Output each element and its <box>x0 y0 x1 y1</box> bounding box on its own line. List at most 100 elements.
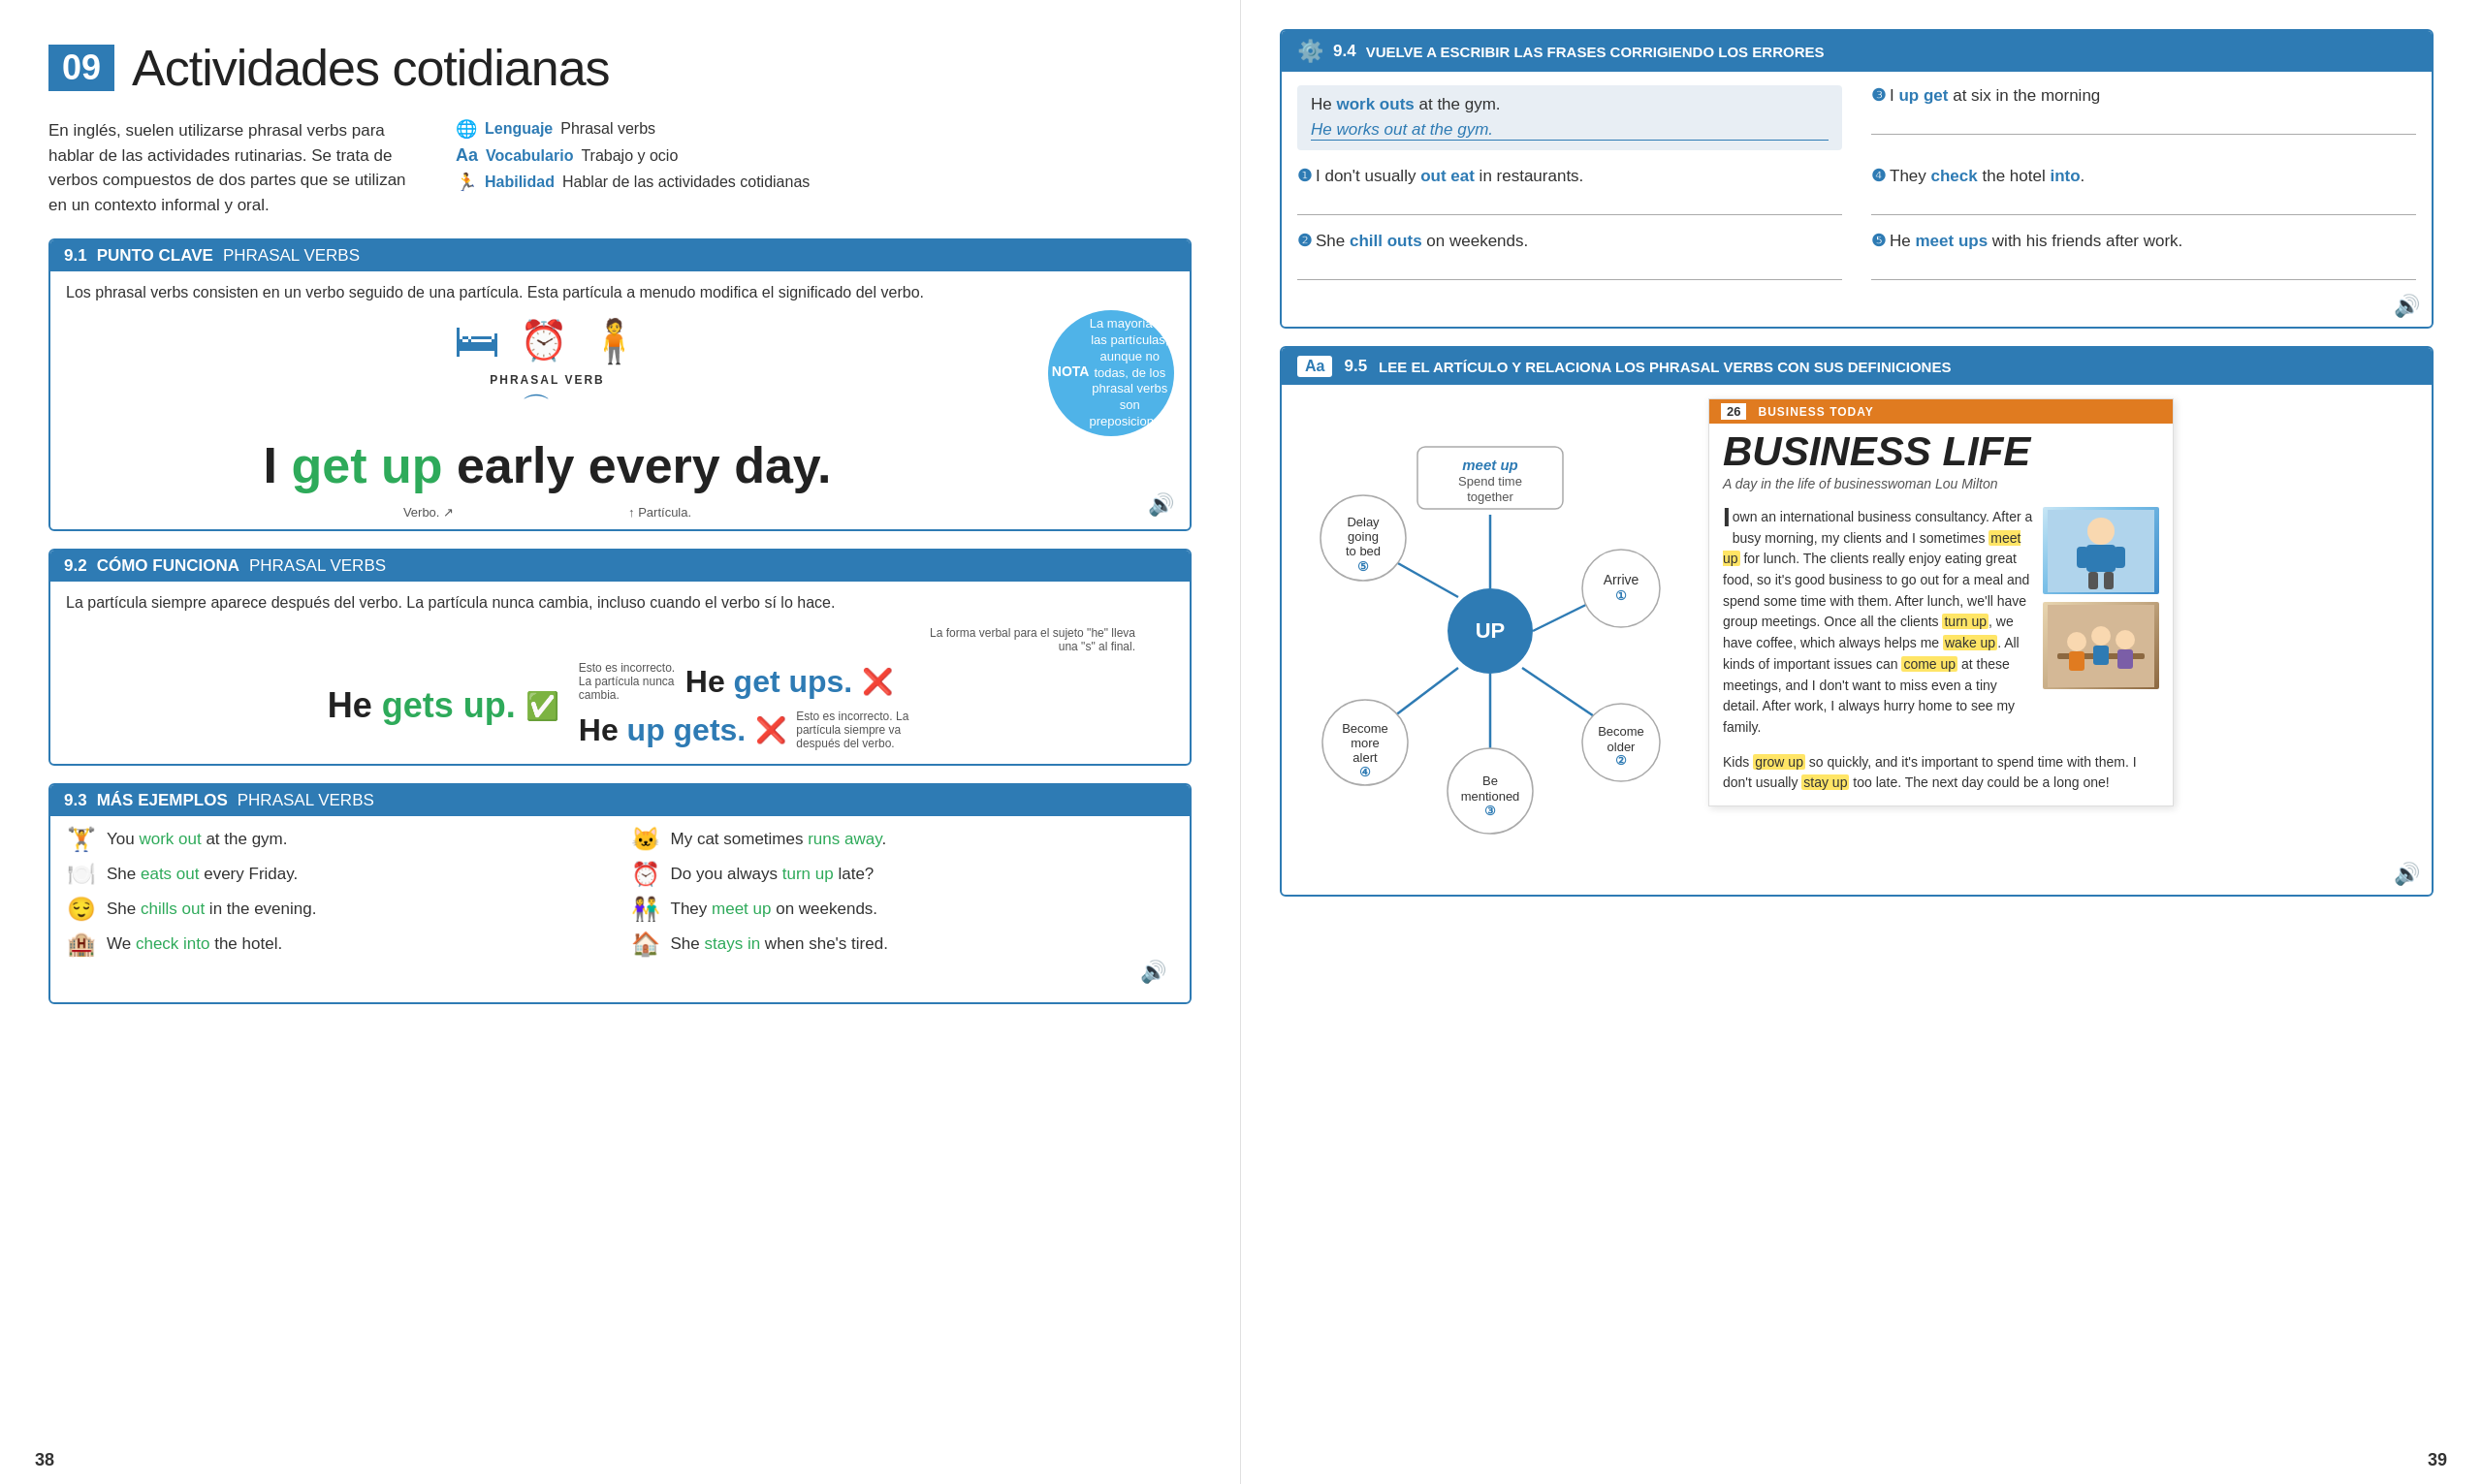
example-correct: He works out at the gym. <box>1311 120 1829 141</box>
section-92-box: 9.2 CÓMO FUNCIONA PHRASAL VERBS La partí… <box>48 549 1192 766</box>
section-94-header: ⚙️ 9.4 VUELVE A ESCRIBIR LAS FRASES CORR… <box>1282 31 2432 72</box>
dining-icon: 🍽️ <box>66 861 97 888</box>
section-95-title: LEE EL ARTÍCULO Y RELACIONA LOS PHRASAL … <box>1379 359 1951 375</box>
wrong1-sentence: He get ups. <box>685 664 852 700</box>
mindmap-area: UP Arrive ① Become older ② Be <box>1291 398 1699 848</box>
section-94-box: ⚙️ 9.4 VUELVE A ESCRIBIR LAS FRASES CORR… <box>1280 29 2434 329</box>
exercise-4-text: ❹They check the hotel into. <box>1871 166 2416 186</box>
section-92-desc1: La partícula siempre aparece después del… <box>66 591 1174 615</box>
exercise-2-line <box>1297 257 1842 280</box>
correct-example: He gets up. ✅ <box>328 685 559 726</box>
svg-text:Arrive: Arrive <box>1604 572 1639 587</box>
list-item: 🏋️ You work out at the gym. <box>66 826 611 853</box>
cat-icon: 🐱 <box>630 826 661 853</box>
chapter-number: 09 <box>48 45 114 91</box>
section-91-body: Los phrasal verbs consisten en un verbo … <box>50 271 1190 529</box>
highlight-wake-up: wake up <box>1943 635 1997 650</box>
example-box: He work outs at the gym. He works out at… <box>1297 85 1842 150</box>
list-item: 😌 She chills out in the evening. <box>66 896 611 923</box>
section-92-number: 9.2 <box>64 556 87 576</box>
audio-button-91[interactable]: 🔊 <box>1148 492 1174 518</box>
svg-text:together: together <box>1467 489 1513 504</box>
top-node-label: meet up <box>1462 457 1518 473</box>
chapter-title: Actividades cotidianas <box>132 39 610 97</box>
labels-row: Verbo. ↗ ↑ Partícula. <box>403 505 691 520</box>
svg-text:mentioned: mentioned <box>1461 789 1520 804</box>
svg-rect-39 <box>2069 651 2084 671</box>
article-image-1 <box>2043 507 2159 594</box>
svg-text:Become: Become <box>1342 721 1388 736</box>
audio-button-93[interactable]: 🔊 <box>1140 960 1166 985</box>
article-issue: 26 <box>1721 403 1746 420</box>
svg-text:to bed: to bed <box>1346 544 1381 558</box>
article-content: I own an international business consulta… <box>1709 499 2173 752</box>
dropcap: I <box>1723 507 1731 528</box>
exercise-1-line <box>1297 192 1842 215</box>
svg-text:Delay: Delay <box>1347 515 1380 529</box>
exercise-1-text: ❶I don't usually out eat in restaurants. <box>1297 166 1842 186</box>
brace-icon: ⌒ <box>522 389 574 428</box>
section-93-subtitle: PHRASAL VERBS <box>238 791 374 810</box>
article-top-bar: 26 BUSINESS TODAY <box>1709 399 2173 424</box>
left-page: 09 Actividades cotidianas En inglés, sue… <box>0 0 1241 1484</box>
annotation-row: La forma verbal para el sujeto "he" llev… <box>66 626 1135 653</box>
article-pub: BUSINESS TODAY <box>1758 405 1873 419</box>
aa-badge: Aa <box>1297 356 1332 377</box>
section-91-number: 9.1 <box>64 246 87 266</box>
page-number-left: 38 <box>35 1450 54 1470</box>
wrong1-note: Esto es incorrecto. La partícula nunca c… <box>579 661 676 702</box>
svg-point-42 <box>2116 630 2135 649</box>
exercise-4-line <box>1871 192 2416 215</box>
svg-text:①: ① <box>1615 588 1627 603</box>
exercise-94-item: ❸I up get at six in the morning <box>1871 85 2416 150</box>
exercise-94-item: ❷She chill outs on weekends. <box>1297 231 1842 280</box>
exercise-5-line <box>1871 257 2416 280</box>
svg-text:older: older <box>1607 740 1637 754</box>
article-text-col2: Kids grow up so quickly, and it's import… <box>1709 752 2173 805</box>
center-label: UP <box>1476 618 1506 643</box>
meta-skill: 🏃 Habilidad Hablar de las actividades co… <box>456 172 810 193</box>
article-text-col1: I own an international business consulta… <box>1723 507 2033 739</box>
section-95-header: Aa 9.5 LEE EL ARTÍCULO Y RELACIONA LOS P… <box>1282 348 2432 385</box>
section-95-body: UP Arrive ① Become older ② Be <box>1282 385 2432 862</box>
wrong-examples: Esto es incorrecto. La partícula nunca c… <box>579 661 912 750</box>
clock-person-icon: ⏰ <box>630 861 661 888</box>
wrong2-note: Esto es incorrecto. La partícula siempre… <box>796 710 912 750</box>
list-item: 🍽️ She eats out every Friday. <box>66 861 611 888</box>
section-95-number: 9.5 <box>1344 357 1367 376</box>
highlight-turn-up: turn up <box>1942 614 1989 629</box>
svg-text:more: more <box>1351 736 1380 750</box>
cross2-icon: ❌ <box>755 715 786 745</box>
svg-text:⑤: ⑤ <box>1357 559 1369 574</box>
bed-icon: 🛏 <box>454 314 500 367</box>
svg-rect-35 <box>2104 572 2114 589</box>
phrasal-verb-label: PHRASAL VERB <box>490 373 604 387</box>
article-area: 26 BUSINESS TODAY BUSINESS LIFE A day in… <box>1699 398 2422 848</box>
intro-text: En inglés, suelen utilizarse phrasal ver… <box>48 118 417 217</box>
main-example-sentence: I get up early every day. <box>264 438 832 493</box>
section-94-number: 9.4 <box>1333 42 1356 61</box>
section-91-subtitle: PHRASAL VERBS <box>223 246 360 266</box>
wrong1-row: Esto es incorrecto. La partícula nunca c… <box>579 661 912 702</box>
svg-text:alert: alert <box>1352 750 1378 765</box>
section-94-body: He work outs at the gym. He works out at… <box>1282 72 2432 294</box>
section-91-box: 9.1 PUNTO CLAVE PHRASAL VERBS Los phrasa… <box>48 238 1192 531</box>
svg-text:④: ④ <box>1359 765 1371 779</box>
highlight-grow-up: grow up <box>1753 754 1805 770</box>
audio-button-95[interactable]: 🔊 <box>2394 862 2420 887</box>
check-icon: ✅ <box>525 690 559 722</box>
svg-point-30 <box>2087 518 2115 545</box>
svg-rect-32 <box>2077 547 2088 568</box>
clock-icon: ⏰ <box>520 318 568 363</box>
article-card: 26 BUSINESS TODAY BUSINESS LIFE A day in… <box>1708 398 2174 806</box>
audio-button-94[interactable]: 🔊 <box>2394 294 2420 319</box>
page-number-right: 39 <box>2428 1450 2447 1470</box>
annotation-text: La forma verbal para el sujeto "he" llev… <box>922 626 1135 653</box>
svg-rect-33 <box>2114 547 2125 568</box>
section-94-title: VUELVE A ESCRIBIR LAS FRASES CORRIGIENDO… <box>1366 44 1825 60</box>
svg-rect-34 <box>2088 572 2098 589</box>
list-item: 🏨 We check into the hotel. <box>66 931 611 958</box>
section-92-body: La partícula siempre aparece después del… <box>50 582 1190 764</box>
svg-rect-41 <box>2093 646 2109 665</box>
friends-icon: 👫 <box>630 896 661 923</box>
